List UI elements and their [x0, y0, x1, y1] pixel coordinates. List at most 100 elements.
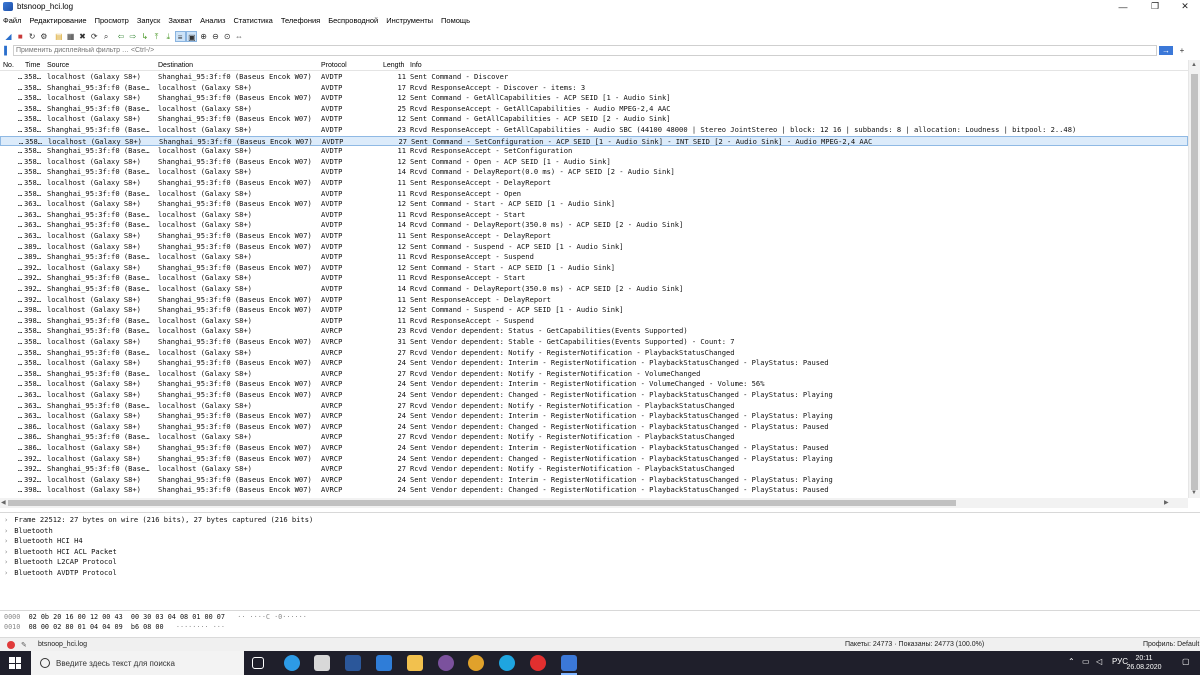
go-to-packet-icon[interactable]: ↳ [139, 31, 150, 42]
zoom-out-icon[interactable]: ⊖ [210, 31, 221, 42]
volume-icon[interactable]: ◁ [1096, 657, 1102, 666]
shark-fin-start-icon[interactable]: ◢ [3, 31, 14, 42]
taskbar-search-box[interactable]: Введите здесь текст для поиска [31, 651, 244, 675]
expand-arrow-icon[interactable]: › [4, 557, 8, 566]
packet-row[interactable]: … 392… localhost (Galaxy S8+) Shanghai_95:3… [0, 263, 1188, 274]
packet-row[interactable]: … 398… localhost (Galaxy S8+) Shanghai_95:3… [0, 485, 1188, 496]
packet-row[interactable]: … 386… localhost (Galaxy S8+) Shanghai_95:3… [0, 443, 1188, 454]
detail-tree-item[interactable]: › Frame 22512: 27 bytes on wire (216 bits… [4, 515, 313, 526]
menu-item-3[interactable]: Запуск [137, 16, 160, 25]
zoom-normal-icon[interactable]: ⊙ [222, 31, 233, 42]
packet-row[interactable]: … 358… Shanghai_95:3f:f0 (Base… localhost (… [0, 369, 1188, 380]
expand-arrow-icon[interactable]: › [4, 526, 8, 535]
scroll-left-arrow-icon[interactable]: ◀ [1, 498, 6, 508]
notifications-icon[interactable]: ▢ [1182, 657, 1190, 666]
display-filter-input[interactable] [13, 45, 1157, 56]
packet-row[interactable]: … 389… Shanghai_95:3f:f0 (Base… localhost (… [0, 252, 1188, 263]
skype-icon[interactable] [499, 655, 515, 671]
column-header-destination[interactable]: Destination [158, 62, 193, 69]
menu-item-5[interactable]: Анализ [200, 16, 225, 25]
close-button[interactable]: ✕ [1170, 0, 1200, 13]
packet-row[interactable]: … 358… Shanghai_95:3f:f0 (Base… localhost (… [0, 104, 1188, 115]
restart-icon[interactable]: ↻ [27, 31, 38, 42]
task-view-icon[interactable] [252, 657, 264, 669]
packet-row[interactable]: … 363… Shanghai_95:3f:f0 (Base… localhost (… [0, 220, 1188, 231]
packet-list-horizontal-scrollbar[interactable]: ◀ ▶ [0, 498, 1188, 508]
expert-info-icon[interactable] [7, 641, 15, 649]
packet-row[interactable]: … 386… Shanghai_95:3f:f0 (Base… localhost (… [0, 432, 1188, 443]
horizontal-scroll-thumb[interactable] [8, 500, 956, 506]
detail-tree-item[interactable]: › Bluetooth HCI ACL Packet [4, 547, 117, 558]
packet-list-vertical-scrollbar[interactable]: ▲ ▼ [1188, 60, 1200, 498]
resize-columns-icon[interactable]: ⇔ [234, 31, 245, 42]
menu-item-4[interactable]: Захват [168, 16, 192, 25]
column-header-length[interactable]: Length [383, 62, 404, 69]
go-first-icon[interactable]: ⤒ [151, 31, 162, 42]
column-header-protocol[interactable]: Protocol [321, 62, 347, 69]
packet-row[interactable]: … 392… Shanghai_95:3f:f0 (Base… localhost (… [0, 273, 1188, 284]
packet-row[interactable]: … 358… localhost (Galaxy S8+) Shanghai_95:3… [0, 358, 1188, 369]
status-profile[interactable]: Профиль: Default [1143, 641, 1199, 648]
packet-row[interactable]: … 363… localhost (Galaxy S8+) Shanghai_95:3… [0, 199, 1188, 210]
packet-row[interactable]: … 358… localhost (Galaxy S8+) Shanghai_95:3… [0, 135, 1188, 147]
expand-arrow-icon[interactable]: › [4, 515, 8, 524]
packet-row[interactable]: … 358… localhost (Galaxy S8+) Shanghai_95:3… [0, 157, 1188, 168]
detail-tree-item[interactable]: › Bluetooth L2CAP Protocol [4, 557, 117, 568]
packet-row[interactable]: … 386… localhost (Galaxy S8+) Shanghai_95:3… [0, 422, 1188, 433]
detail-tree-item[interactable]: › Bluetooth HCI H4 [4, 536, 83, 547]
packet-row[interactable]: … 363… localhost (Galaxy S8+) Shanghai_95:3… [0, 390, 1188, 401]
packet-row[interactable]: … 392… localhost (Galaxy S8+) Shanghai_95:3… [0, 475, 1188, 486]
vertical-scroll-thumb[interactable] [1191, 74, 1198, 490]
options-gear-icon[interactable]: ⚙ [38, 31, 49, 42]
packet-row[interactable]: … 363… Shanghai_95:3f:f0 (Base… localhost (… [0, 210, 1188, 221]
open-folder-icon[interactable]: ▤ [53, 31, 64, 42]
packet-row[interactable]: … 398… localhost (Galaxy S8+) Shanghai_95:3… [0, 305, 1188, 316]
packet-row[interactable]: … 358… Shanghai_95:3f:f0 (Base… localhost (… [0, 348, 1188, 359]
packet-row[interactable]: … 392… Shanghai_95:3f:f0 (Base… localhost (… [0, 284, 1188, 295]
hex-dump-line[interactable]: 0010 08 00 02 80 01 04 04 09 b6 08 00 ··… [4, 623, 225, 633]
scroll-right-arrow-icon[interactable]: ▶ [1164, 498, 1169, 508]
store-icon[interactable] [314, 655, 330, 671]
add-filter-button[interactable]: + [1176, 46, 1188, 55]
detail-tree-item[interactable]: › Bluetooth AVDTP Protocol [4, 568, 117, 579]
scroll-up-arrow-icon[interactable]: ▲ [1191, 62, 1197, 68]
menu-item-7[interactable]: Телефония [281, 16, 320, 25]
menu-item-0[interactable]: Файл [3, 16, 21, 25]
packet-row[interactable]: … 392… Shanghai_95:3f:f0 (Base… localhost (… [0, 464, 1188, 475]
go-last-icon[interactable]: ⤓ [163, 31, 174, 42]
edit-comment-icon[interactable]: ✎ [21, 641, 27, 649]
edge-browser-icon[interactable] [284, 655, 300, 671]
save-file-icon[interactable]: ▦ [65, 31, 76, 42]
menu-item-8[interactable]: Беспроводной [328, 16, 378, 25]
packet-row[interactable]: … 358… localhost (Galaxy S8+) Shanghai_95:3… [0, 72, 1188, 83]
packet-row[interactable]: … 358… Shanghai_95:3f:f0 (Base… localhost (… [0, 167, 1188, 178]
hex-dump-line[interactable]: 0000 02 0b 20 16 00 12 00 43 00 30 03 04… [4, 613, 307, 623]
packet-row[interactable]: … 363… localhost (Galaxy S8+) Shanghai_95:3… [0, 231, 1188, 242]
packet-row[interactable]: … 358… Shanghai_95:3f:f0 (Base… localhost (… [0, 146, 1188, 157]
viber-icon[interactable] [438, 655, 454, 671]
column-header-info[interactable]: Info [410, 62, 422, 69]
column-header-source[interactable]: Source [47, 62, 69, 69]
wireshark-icon[interactable] [561, 655, 577, 675]
menu-item-2[interactable]: Просмотр [95, 16, 129, 25]
colorize-icon[interactable]: ▣ [186, 30, 198, 42]
expand-arrow-icon[interactable]: › [4, 536, 8, 545]
menu-item-6[interactable]: Статистика [233, 16, 272, 25]
zoom-in-icon[interactable]: ⊕ [198, 31, 209, 42]
scroll-down-arrow-icon[interactable]: ▼ [1191, 490, 1197, 496]
find-icon[interactable]: ⌕ [101, 31, 112, 42]
packet-row[interactable]: … 363… Shanghai_95:3f:f0 (Base… localhost (… [0, 401, 1188, 412]
column-header-no[interactable]: No. [3, 62, 14, 69]
packet-row[interactable]: … 389… localhost (Galaxy S8+) Shanghai_95:3… [0, 242, 1188, 253]
packet-row[interactable]: … 358… localhost (Galaxy S8+) Shanghai_95:3… [0, 337, 1188, 348]
go-forward-icon[interactable]: ⇨ [127, 31, 138, 42]
windows-start-icon[interactable] [9, 657, 21, 669]
detail-tree-item[interactable]: › Bluetooth [4, 526, 53, 537]
packet-row[interactable]: … 392… localhost (Galaxy S8+) Shanghai_95:3… [0, 454, 1188, 465]
packet-row[interactable]: … 358… Shanghai_95:3f:f0 (Base… localhost (… [0, 125, 1188, 136]
apply-filter-button[interactable]: → [1159, 46, 1173, 55]
reload-icon[interactable]: ⟳ [89, 31, 100, 42]
network-icon[interactable]: ▭ [1082, 657, 1090, 666]
taskbar-clock[interactable]: 20:11 26.08.2020 [1124, 654, 1164, 672]
go-back-icon[interactable]: ⇦ [116, 31, 127, 42]
